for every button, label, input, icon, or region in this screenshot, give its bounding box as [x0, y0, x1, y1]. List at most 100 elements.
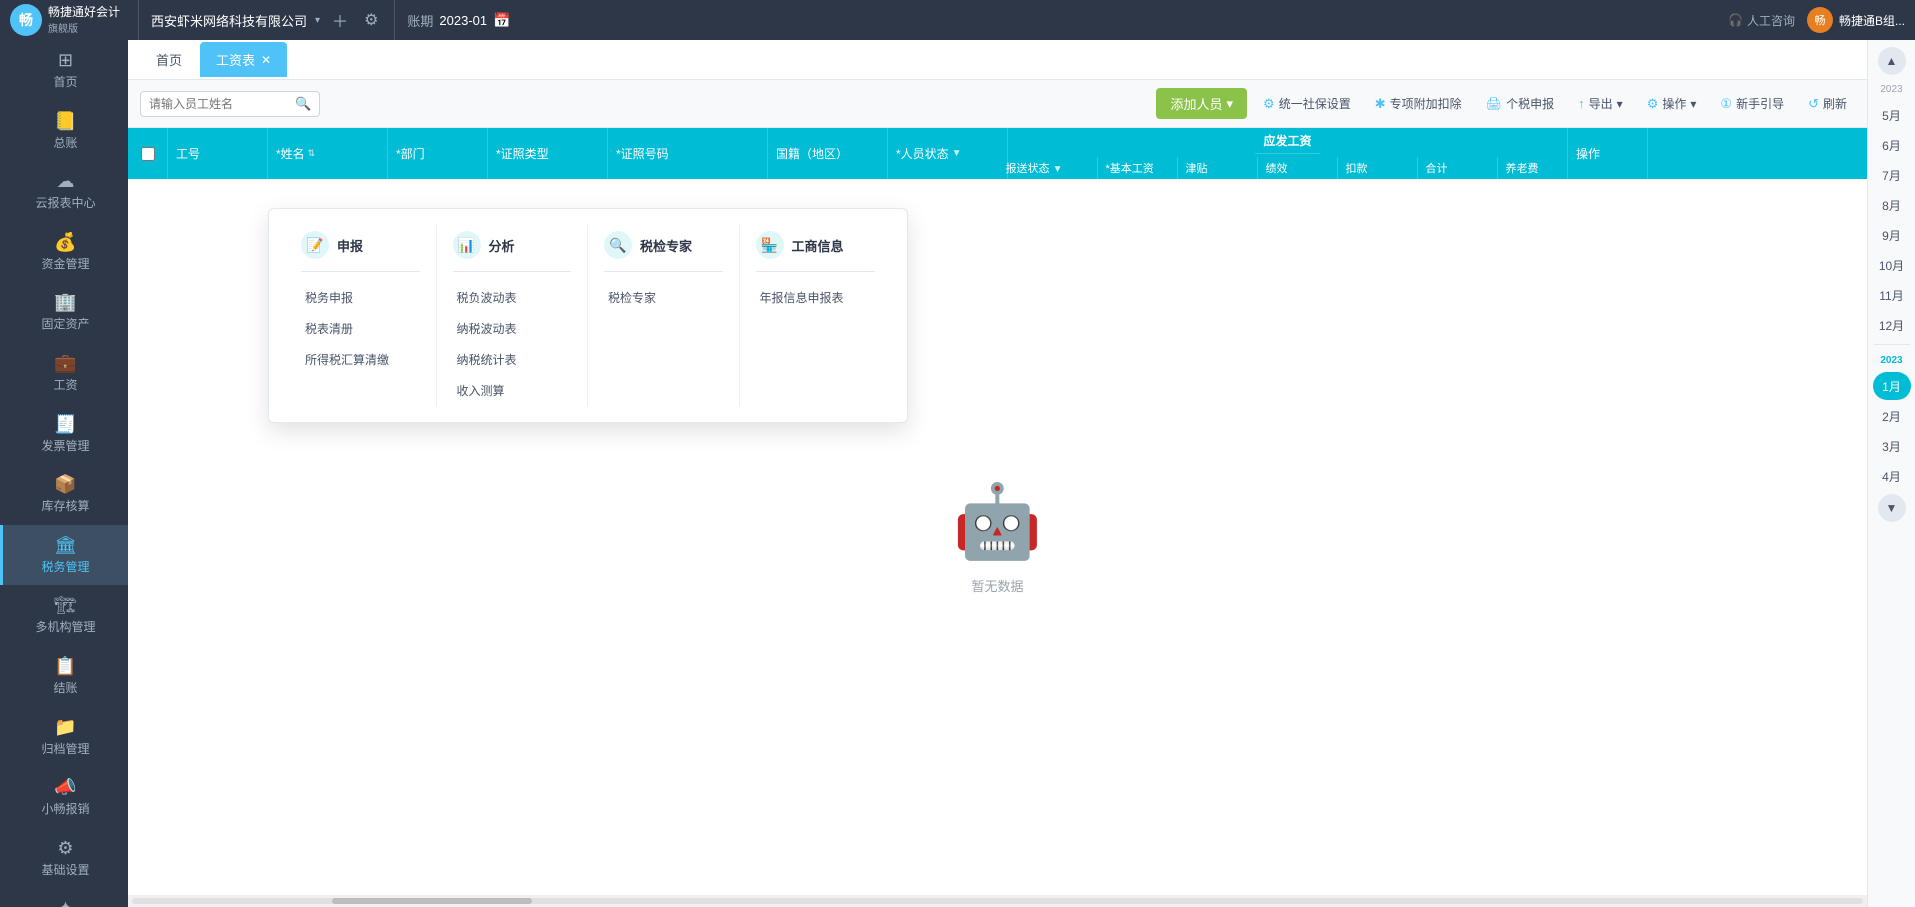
- status-filter-icon[interactable]: ▼: [952, 148, 962, 159]
- dropdown-menu: 📝 申报 税务申报 税表清册 所得税汇算清缴: [268, 208, 908, 423]
- tax-declare-btn[interactable]: 🖨 个税申报: [1478, 90, 1563, 117]
- analysis-section-title: 分析: [489, 236, 515, 255]
- tax-declare-icon: 🖨: [1486, 96, 1503, 112]
- tab-salary-close[interactable]: ✕: [261, 53, 271, 67]
- support-label: 人工咨询: [1747, 12, 1795, 29]
- dropdown-item-tax-burden-label: 税负波动表: [457, 291, 517, 305]
- th-yingfa-group: 应发工资 报送状态 ▼ *基本工资 津贴: [1008, 128, 1568, 179]
- app-name: 畅捷通好会计: [48, 5, 120, 21]
- sidebar-item-fund[interactable]: 💰 资金管理: [0, 222, 128, 283]
- cal-month-4[interactable]: 4月: [1873, 462, 1911, 490]
- search-input[interactable]: [149, 97, 289, 111]
- sidebar-item-invoice[interactable]: 🧾 发票管理: [0, 404, 128, 465]
- cloud-icon: ☁: [57, 171, 75, 192]
- sidebar-item-multi-org[interactable]: 🏗 多机构管理: [0, 585, 128, 646]
- sidebar-label-archive: 归档管理: [41, 742, 89, 758]
- add-people-label: 添加人员: [1170, 94, 1222, 113]
- cal-month-1-active[interactable]: 1月: [1873, 372, 1911, 400]
- logo-area: 畅 畅捷通好会计 旗舰版: [10, 4, 138, 36]
- company-area[interactable]: 西安虾米网络科技有限公司 ▾ ＋ ⚙: [138, 0, 394, 40]
- dropdown-item-tax-wave[interactable]: 纳税波动表: [453, 313, 572, 344]
- refresh-btn[interactable]: ↺ 刷新: [1800, 90, 1855, 117]
- sidebar-item-cloud-report[interactable]: ☁ 云报表中心: [0, 161, 128, 222]
- operate-btn[interactable]: ⚙ 操作 ▾: [1639, 90, 1705, 117]
- dropdown-item-tax-declare[interactable]: 税务申报: [301, 282, 420, 313]
- export-btn[interactable]: ↑ 导出 ▾: [1570, 90, 1631, 117]
- sidebar-item-archive[interactable]: 📁 归档管理: [0, 707, 128, 768]
- dropdown-section-analysis: 📊 分析 税负波动表 纳税波动表 纳税统计表 收入测算: [437, 225, 589, 406]
- th-deduction-sub: 扣款: [1346, 163, 1368, 175]
- sidebar-label-ledger: 总账: [53, 136, 77, 152]
- calendar-icon[interactable]: 📅: [493, 12, 510, 29]
- dropdown-item-tax-burden[interactable]: 税负波动表: [453, 282, 572, 313]
- sidebar-item-xiaochang[interactable]: 📣 小畅报销: [0, 767, 128, 828]
- home-icon: ⊞: [58, 50, 73, 71]
- dropdown-item-tax-stat[interactable]: 纳税统计表: [453, 344, 572, 375]
- add-people-button[interactable]: 添加人员 ▾: [1156, 88, 1247, 119]
- dropdown-section-biz-info: 🏪 工商信息 年报信息申报表: [740, 225, 892, 406]
- sidebar-label-home: 首页: [53, 75, 77, 91]
- cal-month-2[interactable]: 2月: [1873, 402, 1911, 430]
- scroll-track: [132, 898, 1863, 904]
- scroll-thumb[interactable]: [332, 898, 532, 904]
- cal-month-8[interactable]: 8月: [1873, 191, 1911, 219]
- dropdown-item-tax-wave-label: 纳税波动表: [457, 322, 517, 336]
- report-filter-icon[interactable]: ▼: [1053, 164, 1063, 175]
- social-security-btn[interactable]: ⚙ 统一社保设置: [1255, 90, 1359, 117]
- content-area: 首页 工资表 ✕ 🔍 添加人员 ▾ ⚙ 统一社保设置 ✱: [128, 40, 1867, 907]
- user-area[interactable]: 畅 畅捷通B组...: [1807, 7, 1905, 33]
- sidebar-item-basic[interactable]: ⚙ 基础设置: [0, 828, 128, 889]
- sidebar-label-inventory: 库存核算: [41, 499, 89, 515]
- sidebar-item-guide[interactable]: ✦ 新手引导: [0, 888, 128, 907]
- dropdown-item-income-calc2[interactable]: 收入测算: [453, 375, 572, 406]
- add-people-arrow-icon: ▾: [1227, 96, 1234, 112]
- cal-month-10[interactable]: 10月: [1873, 251, 1911, 279]
- th-operate-label: 操作: [1576, 145, 1600, 162]
- cal-month-9[interactable]: 9月: [1873, 221, 1911, 249]
- sidebar-item-inventory[interactable]: 📦 库存核算: [0, 464, 128, 525]
- sidebar-item-salary[interactable]: 💼 工资: [0, 343, 128, 404]
- sidebar-item-closing[interactable]: 📋 结账: [0, 646, 128, 707]
- dropdown-section-header-tax-expert: 🔍 税检专家: [604, 225, 723, 272]
- tab-home-label: 首页: [156, 53, 182, 68]
- dropdown-item-tax-check-label: 税检专家: [608, 291, 656, 305]
- dropdown-item-annual-report[interactable]: 年报信息申报表: [756, 282, 876, 313]
- declare-section-icon: 📝: [301, 231, 329, 259]
- biz-info-section-icon: 🏪: [756, 231, 784, 259]
- horizontal-scrollbar[interactable]: [128, 895, 1867, 907]
- dropdown-item-tax-check[interactable]: 税检专家: [604, 282, 723, 313]
- tab-salary[interactable]: 工资表 ✕: [200, 42, 287, 77]
- special-deduct-btn[interactable]: ✱ 专项附加扣除: [1367, 90, 1470, 117]
- sidebar-item-tax[interactable]: 🏛 税务管理: [0, 525, 128, 586]
- cal-nav-down[interactable]: ▼: [1878, 494, 1906, 522]
- sidebar-item-ledger[interactable]: 📒 总账: [0, 101, 128, 162]
- cal-month-11[interactable]: 11月: [1873, 281, 1911, 309]
- logo-text-block: 畅捷通好会计 旗舰版: [48, 5, 120, 36]
- th-region: 国籍（地区）: [768, 128, 888, 179]
- dropdown-item-tax-table[interactable]: 税表清册: [301, 313, 420, 344]
- cal-month-3[interactable]: 3月: [1873, 432, 1911, 460]
- settings-icon[interactable]: ⚙: [360, 6, 382, 34]
- th-name: *姓名 ⇅: [268, 128, 388, 179]
- dropdown-item-income-calc-label: 所得税汇算清缴: [305, 353, 389, 367]
- guide-btn[interactable]: ① 新手引导: [1712, 90, 1792, 117]
- tab-salary-label: 工资表: [216, 50, 255, 69]
- dropdown-item-income-calc[interactable]: 所得税汇算清缴: [301, 344, 420, 375]
- cal-month-7[interactable]: 7月: [1873, 161, 1911, 189]
- add-company-btn[interactable]: ＋: [328, 4, 352, 36]
- support-btn[interactable]: 🎧 人工咨询: [1728, 12, 1795, 29]
- sidebar-item-fixed-assets[interactable]: 🏢 固定资产: [0, 282, 128, 343]
- refresh-label: 刷新: [1823, 95, 1847, 112]
- cal-month-12[interactable]: 12月: [1873, 311, 1911, 339]
- cal-month-5[interactable]: 5月: [1873, 101, 1911, 129]
- cal-nav-up[interactable]: ▲: [1878, 47, 1906, 75]
- select-all-checkbox[interactable]: [141, 147, 155, 161]
- sidebar-label-multi-org: 多机构管理: [35, 620, 95, 636]
- ledger-icon: 📒: [54, 111, 76, 132]
- tab-home[interactable]: 首页: [140, 42, 198, 77]
- th-dept: *部门: [388, 128, 488, 179]
- th-cert-type-label: *证照类型: [496, 145, 549, 162]
- period-label: 账期: [407, 11, 433, 30]
- sidebar-item-home[interactable]: ⊞ 首页: [0, 40, 128, 101]
- cal-month-6[interactable]: 6月: [1873, 131, 1911, 159]
